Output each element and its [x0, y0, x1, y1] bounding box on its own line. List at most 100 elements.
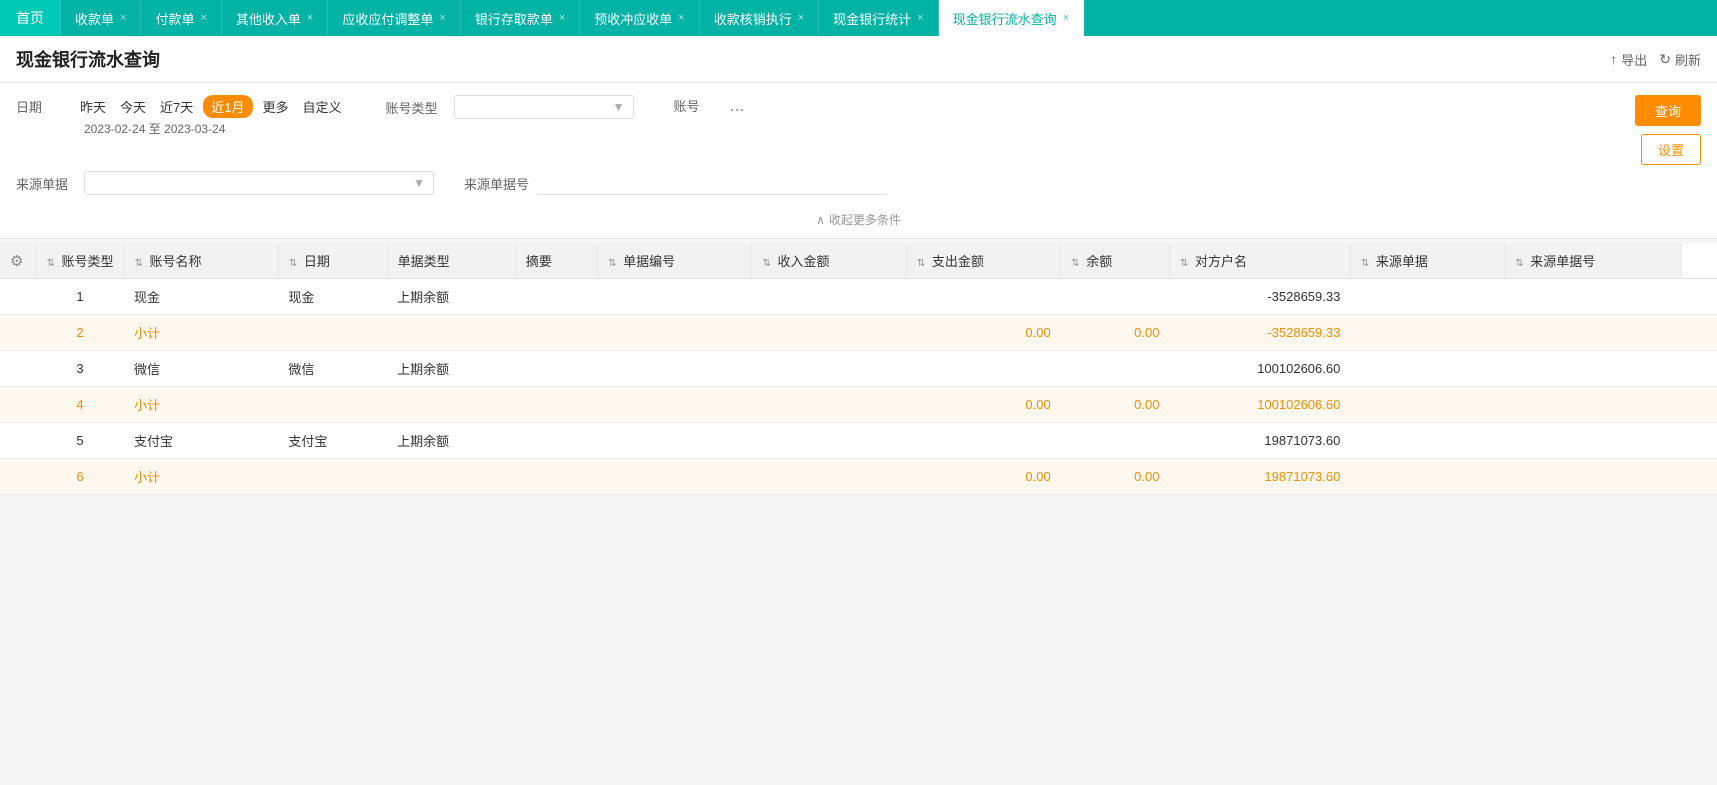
cell-expense: 0.00 [1061, 315, 1170, 351]
account-more-button[interactable]: ... [722, 95, 753, 116]
cell-source-doc [1505, 351, 1682, 387]
cell-source-doc [1505, 387, 1682, 423]
settings-button[interactable]: 设置 [1641, 134, 1701, 165]
export-icon: ↑ [1610, 51, 1617, 67]
refresh-button[interactable]: ↻ 刷新 [1659, 50, 1701, 69]
nav-tab-0-close[interactable]: × [120, 12, 126, 24]
nav-tab-7-close[interactable]: × [917, 12, 923, 24]
cell-settings [0, 315, 36, 351]
chevron-down-icon: ▼ [613, 100, 625, 114]
nav-tab-4[interactable]: 银行存取款单 × [461, 0, 580, 36]
cell-balance: 19871073.60 [1169, 423, 1350, 459]
nav-tab-2-close[interactable]: × [307, 12, 313, 24]
cell-doc-type [515, 423, 597, 459]
cell-source-doc-no [1682, 315, 1717, 351]
sort-icon10: ⇅ [1515, 258, 1523, 269]
cell-counterpart [1350, 387, 1504, 423]
cell-account-name: 支付宝 [278, 423, 387, 459]
cell-account-name [278, 459, 387, 495]
nav-tab-6-close[interactable]: × [798, 12, 804, 24]
sort-icon4: ⇅ [608, 258, 616, 269]
date-opt-yesterday[interactable]: 昨天 [76, 95, 110, 118]
cell-account-type: 小计 [124, 459, 278, 495]
nav-tab-2[interactable]: 其他收入单 × [222, 0, 328, 36]
date-opt-1month[interactable]: 近1月 [203, 95, 252, 118]
nav-tab-6[interactable]: 收款核销执行 × [700, 0, 819, 36]
nav-tab-0-label: 收款单 [75, 9, 114, 28]
date-opt-custom[interactable]: 自定义 [299, 95, 346, 118]
col-expense[interactable]: ⇅ 支出金额 [906, 243, 1060, 279]
table-row: 6小计0.000.0019871073.60 [0, 459, 1717, 495]
col-balance[interactable]: ⇅ 余额 [1061, 243, 1170, 279]
col-source-doc[interactable]: ⇅ 来源单据 [1350, 243, 1504, 279]
col-date[interactable]: ⇅ 日期 [278, 243, 387, 279]
cell-account-type: 小计 [124, 315, 278, 351]
cell-date [387, 315, 515, 351]
source-doc-no-input[interactable] [537, 171, 887, 195]
nav-tab-3-close[interactable]: × [439, 12, 445, 24]
filter-row2: 来源单据 ▼ 来源单据号 [16, 171, 1701, 199]
source-doc-label: 来源单据 [16, 171, 76, 199]
col-income[interactable]: ⇅ 收入金额 [752, 243, 906, 279]
date-opt-7days[interactable]: 近7天 [156, 95, 197, 118]
date-opt-today[interactable]: 今天 [116, 95, 150, 118]
row-num: 6 [36, 459, 124, 495]
cell-account-type: 微信 [124, 351, 278, 387]
nav-tab-8-label: 现金银行流水查询 [953, 9, 1057, 28]
nav-tab-1[interactable]: 付款单 × [141, 0, 221, 36]
col-account-name[interactable]: ⇅ 账号名称 [124, 243, 278, 279]
cell-income: 0.00 [906, 387, 1060, 423]
source-doc-select[interactable]: ▼ [84, 171, 434, 195]
cell-settings [0, 459, 36, 495]
query-button[interactable]: 查询 [1635, 95, 1701, 126]
account-group: 账号 ... [674, 95, 753, 116]
page-title: 现金银行流水查询 [16, 46, 160, 72]
nav-tab-5-close[interactable]: × [678, 12, 684, 24]
export-label: 导出 [1621, 50, 1647, 69]
account-type-label: 账号类型 [386, 98, 446, 117]
nav-tab-7[interactable]: 现金银行统计 × [819, 0, 938, 36]
cell-summary [598, 459, 752, 495]
nav-tab-0[interactable]: 收款单 × [61, 0, 141, 36]
export-button[interactable]: ↑ 导出 [1610, 50, 1647, 69]
cell-source-doc-no [1682, 459, 1717, 495]
cell-settings [0, 423, 36, 459]
refresh-icon: ↻ [1659, 51, 1671, 68]
cell-income: 0.00 [906, 459, 1060, 495]
nav-tab-4-label: 银行存取款单 [475, 9, 553, 28]
nav-tab-1-close[interactable]: × [200, 12, 206, 24]
cell-expense [1061, 423, 1170, 459]
row-num: 5 [36, 423, 124, 459]
table-settings-icon[interactable]: ⚙ [10, 253, 23, 270]
col-counterpart[interactable]: ⇅ 对方户名 [1169, 243, 1350, 279]
nav-tab-5[interactable]: 预收冲应收单 × [580, 0, 699, 36]
cell-doc-no [752, 459, 906, 495]
date-opt-more[interactable]: 更多 [259, 95, 293, 118]
cell-doc-no [752, 315, 906, 351]
nav-tab-5-label: 预收冲应收单 [594, 9, 672, 28]
cell-source-doc [1505, 279, 1682, 315]
nav-tab-6-label: 收款核销执行 [714, 9, 792, 28]
col-source-doc-no[interactable]: ⇅ 来源单据号 [1505, 243, 1682, 279]
nav-home[interactable]: 首页 [0, 0, 61, 36]
cell-summary [598, 387, 752, 423]
account-type-select[interactable]: ▼ [454, 95, 634, 119]
row-num: 3 [36, 351, 124, 387]
nav-tab-8[interactable]: 现金银行流水查询 × [939, 0, 1084, 36]
cell-expense [1061, 351, 1170, 387]
table-header-row: ⚙ ⇅ 账号类型 ⇅ 账号名称 ⇅ 日期 单据类型 摘要 [0, 243, 1717, 279]
col-doc-no[interactable]: ⇅ 单据编号 [598, 243, 752, 279]
date-options: 昨天 今天 近7天 近1月 更多 自定义 [76, 95, 346, 118]
cell-account-type: 小计 [124, 387, 278, 423]
table-row: 4小计0.000.00100102606.60 [0, 387, 1717, 423]
nav-tab-4-close[interactable]: × [559, 12, 565, 24]
nav-tab-3[interactable]: 应收应付调整单 × [328, 0, 460, 36]
cell-doc-type [515, 459, 597, 495]
cell-balance: -3528659.33 [1169, 315, 1350, 351]
collapse-bar[interactable]: ∧ 收起更多条件 [16, 205, 1701, 230]
cell-source-doc [1505, 315, 1682, 351]
col-account-type[interactable]: ⇅ 账号类型 [36, 243, 124, 279]
cell-counterpart [1350, 279, 1504, 315]
sort-icon9: ⇅ [1361, 258, 1369, 269]
nav-tab-8-close[interactable]: × [1063, 12, 1069, 24]
